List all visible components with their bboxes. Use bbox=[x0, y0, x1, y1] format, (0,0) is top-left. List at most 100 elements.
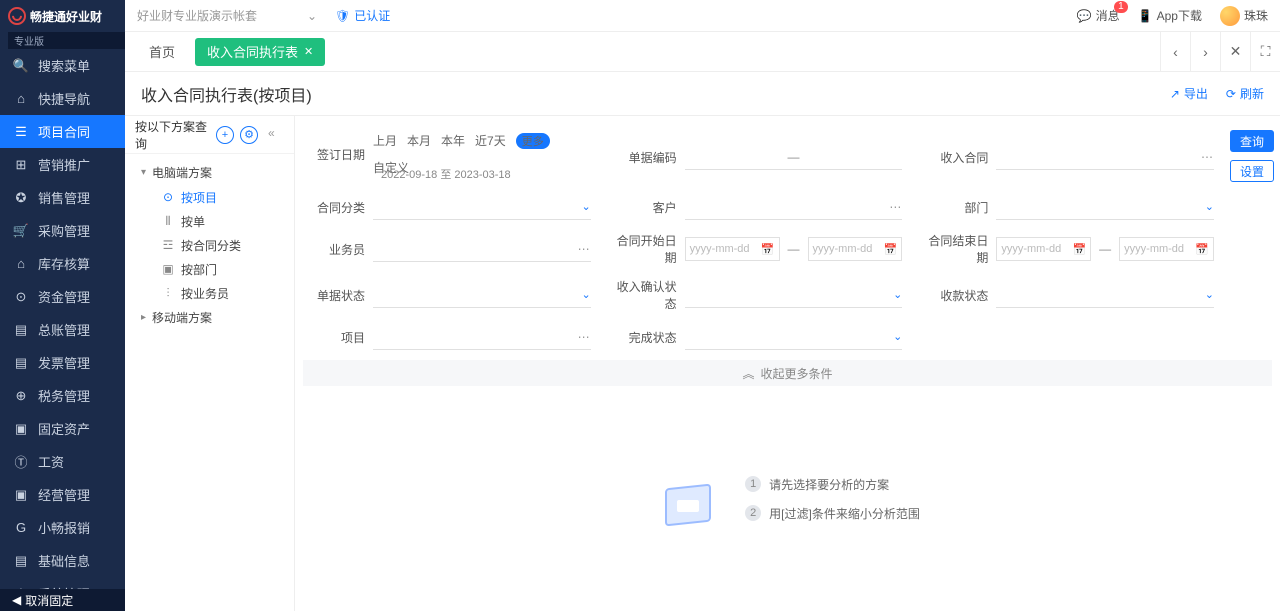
complete-status-select[interactable]: ⌄ bbox=[685, 324, 903, 350]
tree-item-0-3[interactable]: ▣按部门 bbox=[131, 257, 288, 281]
doc-no-input[interactable]: — bbox=[685, 144, 903, 170]
phone-icon: 📱 bbox=[1138, 9, 1153, 23]
scheme-add-button[interactable]: + bbox=[216, 126, 234, 144]
brand-logo-icon bbox=[8, 7, 26, 25]
tab-close-icon[interactable]: ✕ bbox=[304, 45, 313, 58]
calendar-icon: 📅 bbox=[884, 243, 898, 256]
doc-status-select[interactable]: ⌄ bbox=[373, 282, 591, 308]
more-icon: ⋯ bbox=[1201, 150, 1214, 164]
income-confirm-label: 收入确认状态 bbox=[615, 278, 685, 312]
date-opt-this-year[interactable]: 本年 bbox=[441, 132, 465, 149]
chevron-down-icon: ⌄ bbox=[1205, 288, 1214, 301]
step-2-text: 用[过滤]条件来缩小分析范围 bbox=[769, 505, 920, 522]
tree-item-0-1[interactable]: ⫴按单 bbox=[131, 209, 288, 233]
menu-icon: ▤ bbox=[14, 553, 28, 569]
date-opt-7days[interactable]: 近7天 bbox=[475, 132, 506, 149]
shield-icon: 🛡 bbox=[335, 9, 350, 23]
menu-item-4[interactable]: ✪销售管理 bbox=[0, 181, 125, 214]
tab-prev-button[interactable]: ‹ bbox=[1160, 32, 1190, 72]
salesman-input[interactable]: ⋯ bbox=[373, 236, 591, 262]
end-date-to[interactable]: yyyy-mm-dd📅 bbox=[1119, 237, 1214, 261]
project-label: 项目 bbox=[303, 329, 373, 346]
export-button[interactable]: ↗ 导出 bbox=[1170, 85, 1208, 102]
scheme-settings-button[interactable]: ⚙ bbox=[240, 126, 258, 144]
menu-item-6[interactable]: ⌂ 库存核算 bbox=[0, 247, 125, 280]
menu-icon: ⊙ bbox=[14, 289, 28, 305]
customer-input[interactable]: ⋯ bbox=[685, 194, 903, 220]
dept-select[interactable]: ⌄ bbox=[996, 194, 1214, 220]
contract-cat-select[interactable]: ⌄ bbox=[373, 194, 591, 220]
menu-label: 税务管理 bbox=[38, 386, 90, 405]
scheme-tree: ▾电脑端方案⊙按项目⫴按单☲按合同分类▣按部门⫶按业务员▸移动端方案 bbox=[125, 154, 294, 336]
tab-active[interactable]: 收入合同执行表 ✕ bbox=[195, 38, 325, 66]
app-download-button[interactable]: 📱 App下载 bbox=[1138, 7, 1202, 24]
cancel-pin-button[interactable]: ◀ 取消固定 bbox=[0, 589, 125, 611]
complete-status-label: 完成状态 bbox=[615, 329, 685, 346]
date-opt-last-month[interactable]: 上月 bbox=[373, 132, 397, 149]
menu-icon: ⌂ bbox=[14, 256, 28, 271]
menu-label: 工资 bbox=[38, 452, 64, 471]
menu-item-1[interactable]: ⌂快捷导航 bbox=[0, 82, 125, 115]
date-opt-more[interactable]: 更多 bbox=[516, 133, 550, 149]
project-input[interactable]: ⋯ bbox=[373, 324, 591, 350]
date-opt-this-month[interactable]: 本月 bbox=[407, 132, 431, 149]
menu-item-14[interactable]: G小畅报销 bbox=[0, 511, 125, 544]
pin-icon: ◀ bbox=[12, 593, 21, 607]
tree-item-0-2[interactable]: ☲按合同分类 bbox=[131, 233, 288, 257]
menu-item-10[interactable]: ⊕税务管理 bbox=[0, 379, 125, 412]
doc-status-label: 单据状态 bbox=[303, 287, 373, 304]
menu-label: 库存核算 bbox=[38, 254, 90, 273]
menu-icon: G bbox=[14, 520, 28, 535]
menu-item-12[interactable]: Ⓣ工资 bbox=[0, 445, 125, 478]
income-confirm-select[interactable]: ⌄ bbox=[685, 282, 903, 308]
menu-item-13[interactable]: ▣经营管理 bbox=[0, 478, 125, 511]
menu-item-0[interactable]: 🔍搜索菜单 bbox=[0, 49, 125, 82]
settings-button[interactable]: 设置 bbox=[1230, 160, 1274, 182]
menu-item-2[interactable]: ☰项目合同 bbox=[0, 115, 125, 148]
collect-status-select[interactable]: ⌄ bbox=[996, 282, 1214, 308]
user-menu[interactable]: 珠珠 bbox=[1220, 6, 1268, 26]
messages-button[interactable]: 💬 消息 1 bbox=[1077, 7, 1120, 24]
menu-icon: ▤ bbox=[14, 322, 28, 338]
tab-next-button[interactable]: › bbox=[1190, 32, 1220, 72]
collapse-more-button[interactable]: ︽ 收起更多条件 bbox=[303, 360, 1272, 386]
verified-badge: 🛡 已认证 bbox=[335, 7, 390, 24]
tree-item-label: 按合同分类 bbox=[181, 237, 241, 254]
menu-item-3[interactable]: ⊞营销推广 bbox=[0, 148, 125, 181]
menu-item-15[interactable]: ▤基础信息 bbox=[0, 544, 125, 577]
empty-state: 1 请先选择要分析的方案 2 用[过滤]条件来缩小分析范围 bbox=[295, 386, 1280, 611]
menu-item-8[interactable]: ▤总账管理 bbox=[0, 313, 125, 346]
tree-group-0[interactable]: ▾电脑端方案 bbox=[131, 160, 288, 185]
query-button[interactable]: 查询 bbox=[1230, 130, 1274, 152]
income-contract-input[interactable]: ⋯ bbox=[996, 144, 1214, 170]
tab-home[interactable]: 首页 bbox=[133, 32, 191, 72]
menu-item-9[interactable]: ▤发票管理 bbox=[0, 346, 125, 379]
menu-item-11[interactable]: ▣固定资产 bbox=[0, 412, 125, 445]
dept-label: 部门 bbox=[926, 199, 996, 216]
cancel-pin-label: 取消固定 bbox=[25, 592, 73, 609]
refresh-button[interactable]: ⟳ 刷新 bbox=[1226, 85, 1264, 102]
menu-item-7[interactable]: ⊙资金管理 bbox=[0, 280, 125, 313]
collapse-more-label: 收起更多条件 bbox=[761, 365, 833, 382]
tree-group-1[interactable]: ▸移动端方案 bbox=[131, 305, 288, 330]
tabbar: 首页 收入合同执行表 ✕ ‹ › ✕ ⛶ bbox=[125, 32, 1280, 72]
tab-close-all-button[interactable]: ✕ bbox=[1220, 32, 1250, 72]
menu-item-16[interactable]: ⚙系统管理 bbox=[0, 577, 125, 589]
tree-item-0-0[interactable]: ⊙按项目 bbox=[131, 185, 288, 209]
tree-item-0-4[interactable]: ⫶按业务员 bbox=[131, 281, 288, 305]
account-select[interactable]: 好业财专业版演示帐套 ⌄ bbox=[137, 7, 317, 24]
end-date-from[interactable]: yyyy-mm-dd📅 bbox=[996, 237, 1091, 261]
calendar-icon: 📅 bbox=[1072, 243, 1086, 256]
scheme-panel: 按以下方案查询 + ⚙ « ▾电脑端方案⊙按项目⫴按单☲按合同分类▣按部门⫶按业… bbox=[125, 116, 295, 611]
scheme-collapse-button[interactable]: « bbox=[268, 126, 284, 144]
tab-fullscreen-button[interactable]: ⛶ bbox=[1250, 32, 1280, 72]
start-date-from[interactable]: yyyy-mm-dd📅 bbox=[685, 237, 780, 261]
tab-home-label: 首页 bbox=[149, 42, 175, 61]
menu-item-5[interactable]: 🛒采购管理 bbox=[0, 214, 125, 247]
menu-icon: ▤ bbox=[14, 355, 28, 371]
download-label: App下载 bbox=[1157, 7, 1202, 24]
start-date-to[interactable]: yyyy-mm-dd📅 bbox=[808, 237, 903, 261]
export-icon: ↗ bbox=[1170, 87, 1180, 101]
calendar-icon: 📅 bbox=[1195, 243, 1209, 256]
step-number-1: 1 bbox=[745, 476, 761, 492]
